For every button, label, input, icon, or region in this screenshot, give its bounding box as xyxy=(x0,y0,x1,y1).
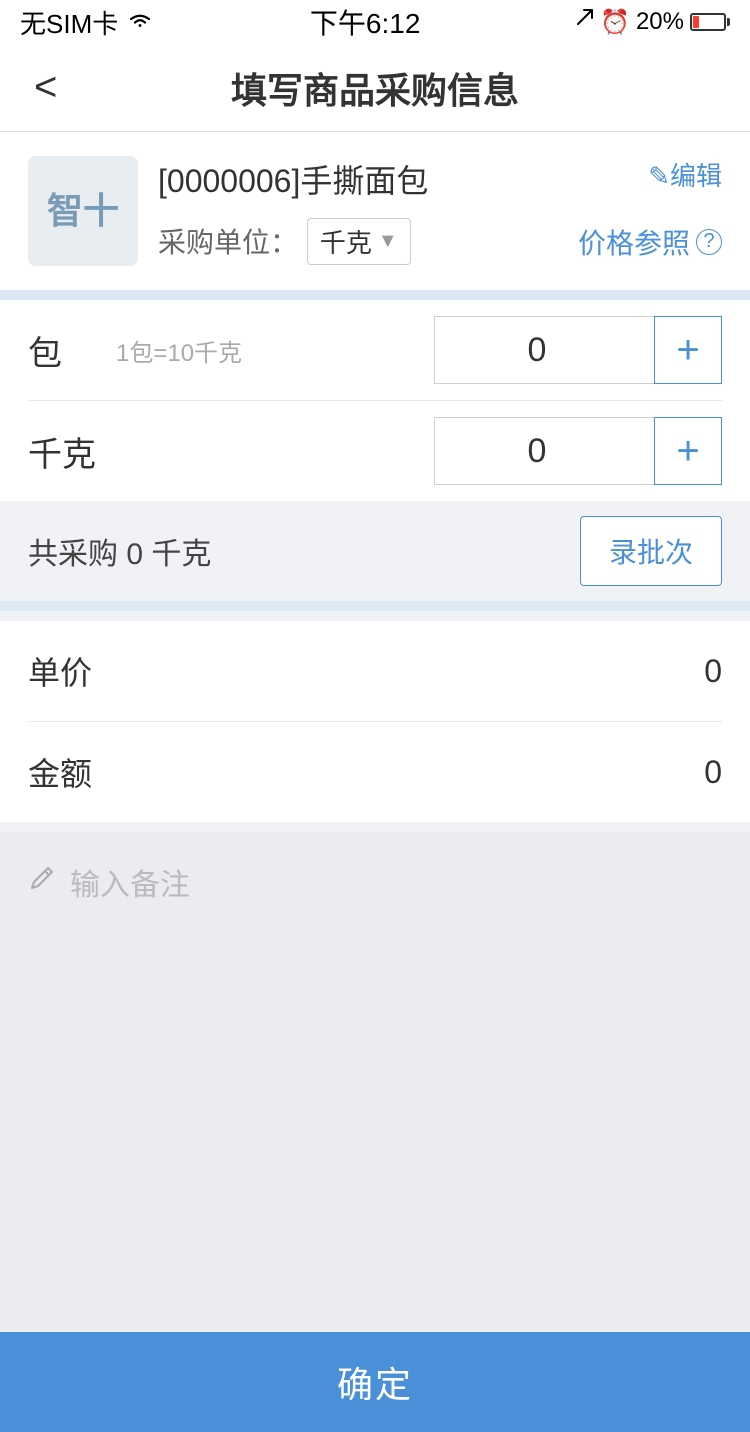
status-bar: 无SIM卡 下午6:12 ⏰ 20% xyxy=(0,0,750,44)
summary-section: 共采购 0 千克 录批次 xyxy=(0,501,750,601)
product-card: 智十 [0000006]手撕面包 采购单位： 千克 ▼ 价格参照 ? xyxy=(0,132,750,290)
help-icon: ? xyxy=(696,229,722,255)
price-ref-label: 价格参照 xyxy=(578,222,690,262)
back-button[interactable]: < xyxy=(24,55,67,120)
amount-label: 金额 xyxy=(28,749,92,795)
battery-icon xyxy=(690,13,730,31)
product-name: [0000006]手撕面包 xyxy=(158,156,722,202)
battery-percent: 20% xyxy=(636,8,684,36)
edit-button[interactable]: ✎编辑 xyxy=(648,156,722,193)
unit-dropdown-arrow: ▼ xyxy=(378,230,398,253)
bag-input-wrapper: + xyxy=(434,316,722,384)
summary-text: 共采购 0 千克 xyxy=(28,529,211,573)
kg-label: 千克 xyxy=(28,427,108,476)
amount-row: 金额 0 xyxy=(0,722,750,822)
unit-label: 采购单位： xyxy=(158,227,298,258)
divider-blue-2 xyxy=(0,601,750,611)
record-batch-button[interactable]: 录批次 xyxy=(580,516,722,586)
bag-input[interactable] xyxy=(434,316,654,384)
unit-price-row: 单价 0 xyxy=(0,621,750,721)
kg-input[interactable] xyxy=(434,417,654,485)
unit-price-label: 单价 xyxy=(28,648,92,694)
product-card-wrapper: 智十 [0000006]手撕面包 采购单位： 千克 ▼ 价格参照 ? xyxy=(0,132,750,290)
kg-input-wrapper: + xyxy=(434,417,722,485)
price-section: 单价 0 金额 0 xyxy=(0,621,750,822)
kg-plus-button[interactable]: + xyxy=(654,417,722,485)
product-logo: 智十 xyxy=(47,189,119,232)
product-image: 智十 xyxy=(28,156,138,266)
product-unit-row: 采购单位： 千克 ▼ 价格参照 ? xyxy=(158,218,722,265)
empty-area xyxy=(0,932,750,1332)
unit-select[interactable]: 千克 ▼ xyxy=(307,218,411,265)
price-ref-button[interactable]: 价格参照 ? xyxy=(578,222,722,262)
status-left: 无SIM卡 xyxy=(20,4,154,41)
nav-bar: < 填写商品采购信息 xyxy=(0,44,750,132)
location-icon xyxy=(576,8,594,37)
product-info: [0000006]手撕面包 采购单位： 千克 ▼ 价格参照 ? xyxy=(158,156,722,265)
note-placeholder: 输入备注 xyxy=(70,860,190,904)
unit-price-value: 0 xyxy=(704,653,722,690)
status-right: ⏰ 20% xyxy=(576,8,730,37)
note-section[interactable]: 输入备注 xyxy=(0,832,750,932)
carrier-label: 无SIM卡 xyxy=(20,4,118,41)
bag-row: 包 1包=10千克 + xyxy=(0,300,750,400)
alarm-icon: ⏰ xyxy=(600,8,630,37)
divider-blue xyxy=(0,290,750,300)
unit-value: 千克 xyxy=(320,223,372,260)
bag-plus-button[interactable]: + xyxy=(654,316,722,384)
wifi-icon xyxy=(126,7,154,38)
bag-label: 包 xyxy=(28,326,108,375)
bag-sublabel: 1包=10千克 xyxy=(116,333,434,368)
input-section: 包 1包=10千克 + 千克 + xyxy=(0,300,750,501)
status-time: 下午6:12 xyxy=(310,2,421,42)
kg-row: 千克 + xyxy=(0,401,750,501)
pencil-icon xyxy=(28,864,56,900)
page-title: 填写商品采购信息 xyxy=(231,62,519,114)
confirm-button[interactable]: 确定 xyxy=(0,1332,750,1432)
amount-value: 0 xyxy=(704,754,722,791)
